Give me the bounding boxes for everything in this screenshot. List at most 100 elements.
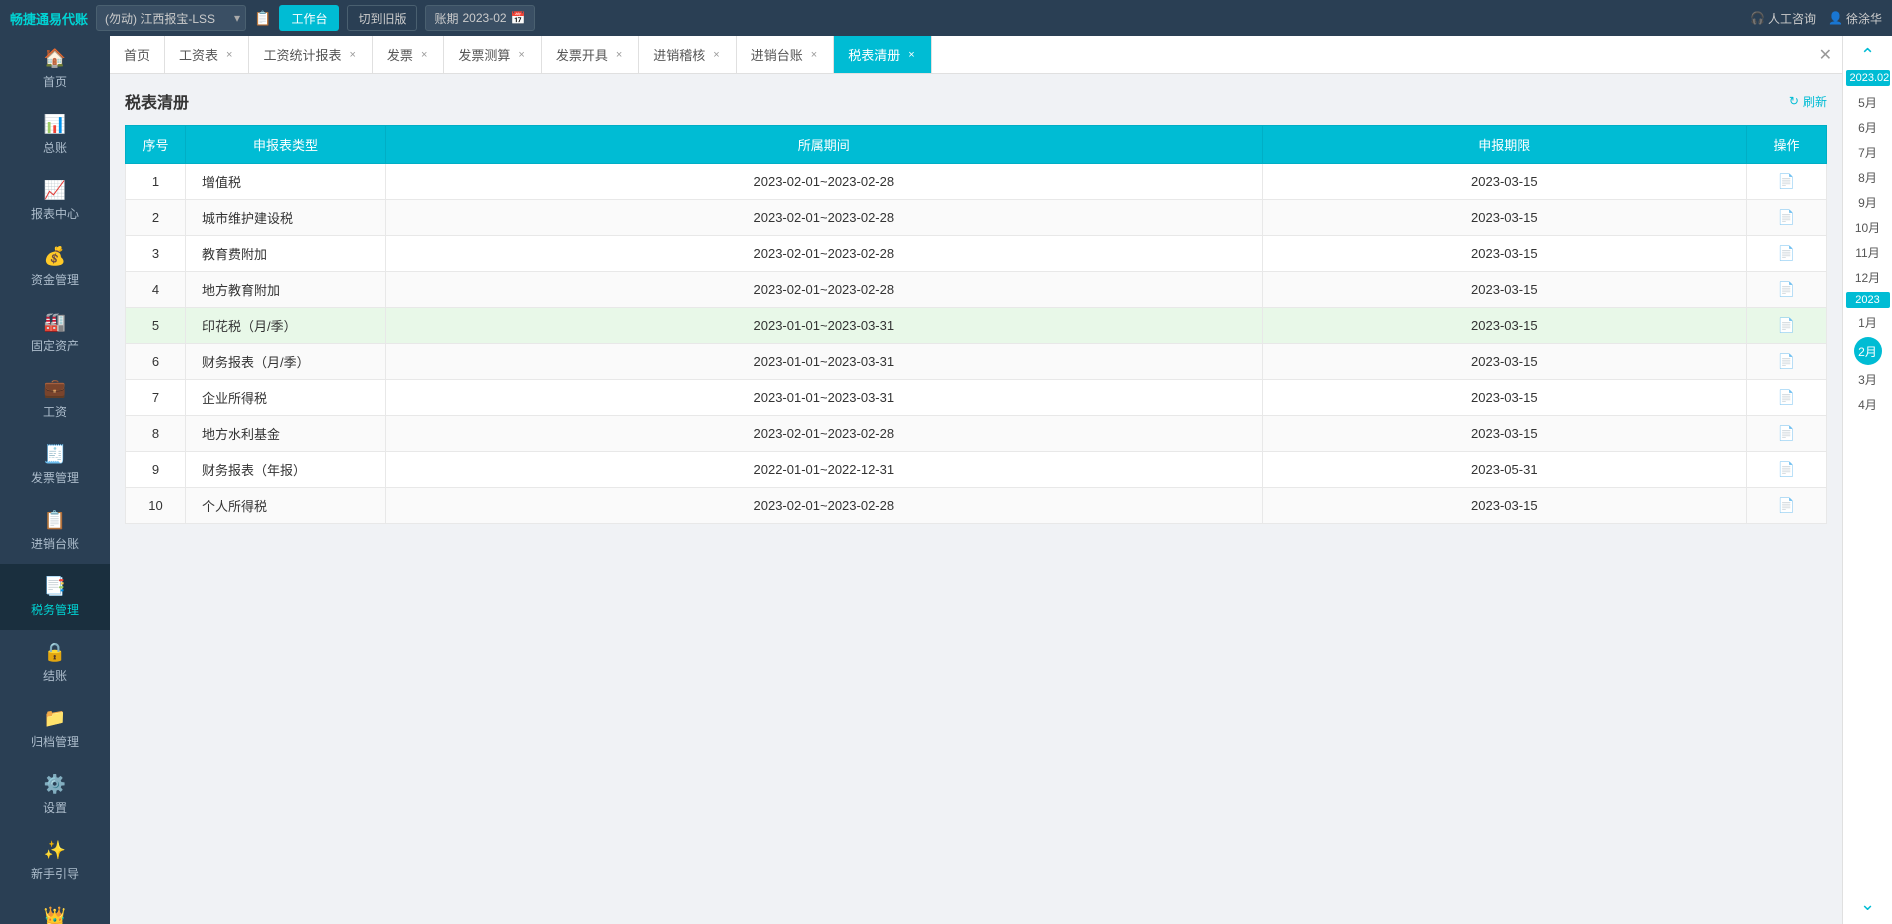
- tab-tax-list[interactable]: 税表清册 ×: [834, 36, 931, 74]
- month-6[interactable]: 6月: [1846, 115, 1890, 140]
- tab-invoice-open-close[interactable]: ×: [614, 49, 624, 61]
- sidebar-item-home[interactable]: 🏠 首页: [0, 36, 110, 102]
- sidebar-item-member[interactable]: 👑 畅会员: [0, 894, 110, 924]
- col-type: 申报表类型: [186, 126, 386, 164]
- cell-action: 📄: [1747, 488, 1827, 524]
- calendar-icon[interactable]: 📅: [511, 11, 526, 25]
- tab-home[interactable]: 首页: [110, 36, 165, 74]
- action-icon-5[interactable]: 📄: [1778, 353, 1795, 369]
- sidebar-item-tax[interactable]: 📑 税务管理: [0, 564, 110, 630]
- action-icon-4[interactable]: 📄: [1778, 317, 1795, 333]
- action-icon-3[interactable]: 📄: [1778, 281, 1795, 297]
- period-display: 账期 2023-02 📅: [425, 5, 534, 31]
- cell-period: 2023-02-01~2023-02-28: [386, 236, 1263, 272]
- action-icon-6[interactable]: 📄: [1778, 389, 1795, 405]
- ai-consult[interactable]: 🎧 人工咨询: [1750, 10, 1816, 27]
- cell-deadline: 2023-03-15: [1262, 488, 1746, 524]
- table-row: 5 印花税（月/季） 2023-01-01~2023-03-31 2023-03…: [126, 308, 1827, 344]
- tab-salary-table[interactable]: 工资表 ×: [165, 36, 249, 74]
- cell-seq: 3: [126, 236, 186, 272]
- cell-action: 📄: [1747, 344, 1827, 380]
- month-9[interactable]: 9月: [1846, 190, 1890, 215]
- sidebar-item-purchase[interactable]: 📋 进销台账: [0, 498, 110, 564]
- tab-purchase-verify-label: 进销稽核: [653, 45, 705, 64]
- cell-deadline: 2023-03-15: [1262, 200, 1746, 236]
- sidebar-item-fund[interactable]: 💰 资金管理: [0, 234, 110, 300]
- month-1[interactable]: 1月: [1846, 310, 1890, 335]
- archive-icon: 📁: [44, 708, 66, 729]
- cell-type: 城市维护建设税: [186, 200, 386, 236]
- refresh-icon: ↻: [1789, 94, 1799, 108]
- sidebar-label-archive: 归档管理: [31, 733, 79, 750]
- sidebar-label-tax: 税务管理: [31, 601, 79, 618]
- sidebar-label-report: 报表中心: [31, 205, 79, 222]
- action-icon-8[interactable]: 📄: [1778, 461, 1795, 477]
- month-10[interactable]: 10月: [1846, 215, 1890, 240]
- sidebar-item-salary[interactable]: 💼 工资: [0, 366, 110, 432]
- month-3[interactable]: 3月: [1846, 367, 1890, 392]
- month-5[interactable]: 5月: [1846, 90, 1890, 115]
- month-12[interactable]: 12月: [1846, 265, 1890, 290]
- sidebar-item-ledger[interactable]: 📊 总账: [0, 102, 110, 168]
- col-period: 所属期间: [386, 126, 1263, 164]
- tab-invoice-close[interactable]: ×: [419, 49, 429, 61]
- tab-salary-table-close[interactable]: ×: [224, 49, 234, 61]
- refresh-button[interactable]: ↻ 刷新: [1789, 93, 1827, 110]
- tab-purchase-ledger[interactable]: 进销台账 ×: [737, 36, 834, 74]
- sidebar-item-settings[interactable]: ⚙️ 设置: [0, 762, 110, 828]
- tab-purchase-ledger-close[interactable]: ×: [809, 49, 819, 61]
- salary-icon: 💼: [44, 378, 66, 399]
- month-11[interactable]: 11月: [1846, 240, 1890, 265]
- cell-period: 2023-02-01~2023-02-28: [386, 200, 1263, 236]
- fund-icon: 💰: [44, 246, 66, 267]
- month-2-active[interactable]: 2月: [1854, 337, 1882, 365]
- cell-action: 📄: [1747, 272, 1827, 308]
- tab-purchase-verify[interactable]: 进销稽核 ×: [639, 36, 736, 74]
- user-info[interactable]: 👤 徐涂华: [1828, 10, 1882, 27]
- action-icon-1[interactable]: 📄: [1778, 209, 1795, 225]
- tab-invoice-open[interactable]: 发票开具 ×: [542, 36, 639, 74]
- cell-type: 地方教育附加: [186, 272, 386, 308]
- company-selector[interactable]: (勿动) 江西报宝-LSS: [96, 5, 246, 31]
- cell-type: 增值税: [186, 164, 386, 200]
- tab-invoice[interactable]: 发票 ×: [373, 36, 444, 74]
- sidebar-item-fixed[interactable]: 🏭 固定资产: [0, 300, 110, 366]
- tab-invoice-calc[interactable]: 发票测算 ×: [444, 36, 541, 74]
- sidebar-label-ledger: 总账: [43, 139, 67, 156]
- cell-type: 地方水利基金: [186, 416, 386, 452]
- action-icon-7[interactable]: 📄: [1778, 425, 1795, 441]
- tab-invoice-calc-close[interactable]: ×: [516, 49, 526, 61]
- month-7[interactable]: 7月: [1846, 140, 1890, 165]
- close-all-icon[interactable]: ✕: [1819, 45, 1832, 65]
- tab-tax-list-close[interactable]: ×: [906, 49, 916, 61]
- sidebar-item-report[interactable]: 📈 报表中心: [0, 168, 110, 234]
- sidebar-item-archive[interactable]: 📁 归档管理: [0, 696, 110, 762]
- cell-type: 财务报表（月/季）: [186, 344, 386, 380]
- panel-down-button[interactable]: ⌄: [1856, 890, 1879, 919]
- home-icon: 🏠: [44, 48, 66, 69]
- tab-invoice-calc-label: 发票测算: [458, 45, 510, 64]
- month-8[interactable]: 8月: [1846, 165, 1890, 190]
- tax-table: 序号 申报表类型 所属期间 申报期限 操作 1 增值税 2023-02-01~2…: [125, 125, 1827, 524]
- table-row: 3 教育费附加 2023-02-01~2023-02-28 2023-03-15…: [126, 236, 1827, 272]
- tab-bar: 首页 工资表 × 工资统计报表 × 发票 × 发票测算 × 发票开具 ×: [110, 36, 1842, 74]
- cell-action: 📄: [1747, 416, 1827, 452]
- tab-salary-stats[interactable]: 工资统计报表 ×: [249, 36, 372, 74]
- switch-old-button[interactable]: 切到旧版: [347, 5, 417, 31]
- col-action: 操作: [1747, 126, 1827, 164]
- cell-seq: 5: [126, 308, 186, 344]
- sidebar-item-guide[interactable]: ✨ 新手引导: [0, 828, 110, 894]
- action-icon-2[interactable]: 📄: [1778, 245, 1795, 261]
- panel-up-button[interactable]: ⌃: [1856, 41, 1879, 70]
- action-icon-9[interactable]: 📄: [1778, 497, 1795, 513]
- sidebar-label-fund: 资金管理: [31, 271, 79, 288]
- tab-purchase-verify-close[interactable]: ×: [711, 49, 721, 61]
- sidebar-item-closing[interactable]: 🔒 结账: [0, 630, 110, 696]
- tab-salary-stats-label: 工资统计报表: [263, 45, 341, 64]
- month-4[interactable]: 4月: [1846, 392, 1890, 417]
- sidebar-item-invoice[interactable]: 🧾 发票管理: [0, 432, 110, 498]
- tab-salary-stats-close[interactable]: ×: [347, 49, 357, 61]
- workstation-button[interactable]: 工作台: [279, 5, 339, 31]
- table-header-row: 序号 申报表类型 所属期间 申报期限 操作: [126, 126, 1827, 164]
- action-icon-0[interactable]: 📄: [1778, 173, 1795, 189]
